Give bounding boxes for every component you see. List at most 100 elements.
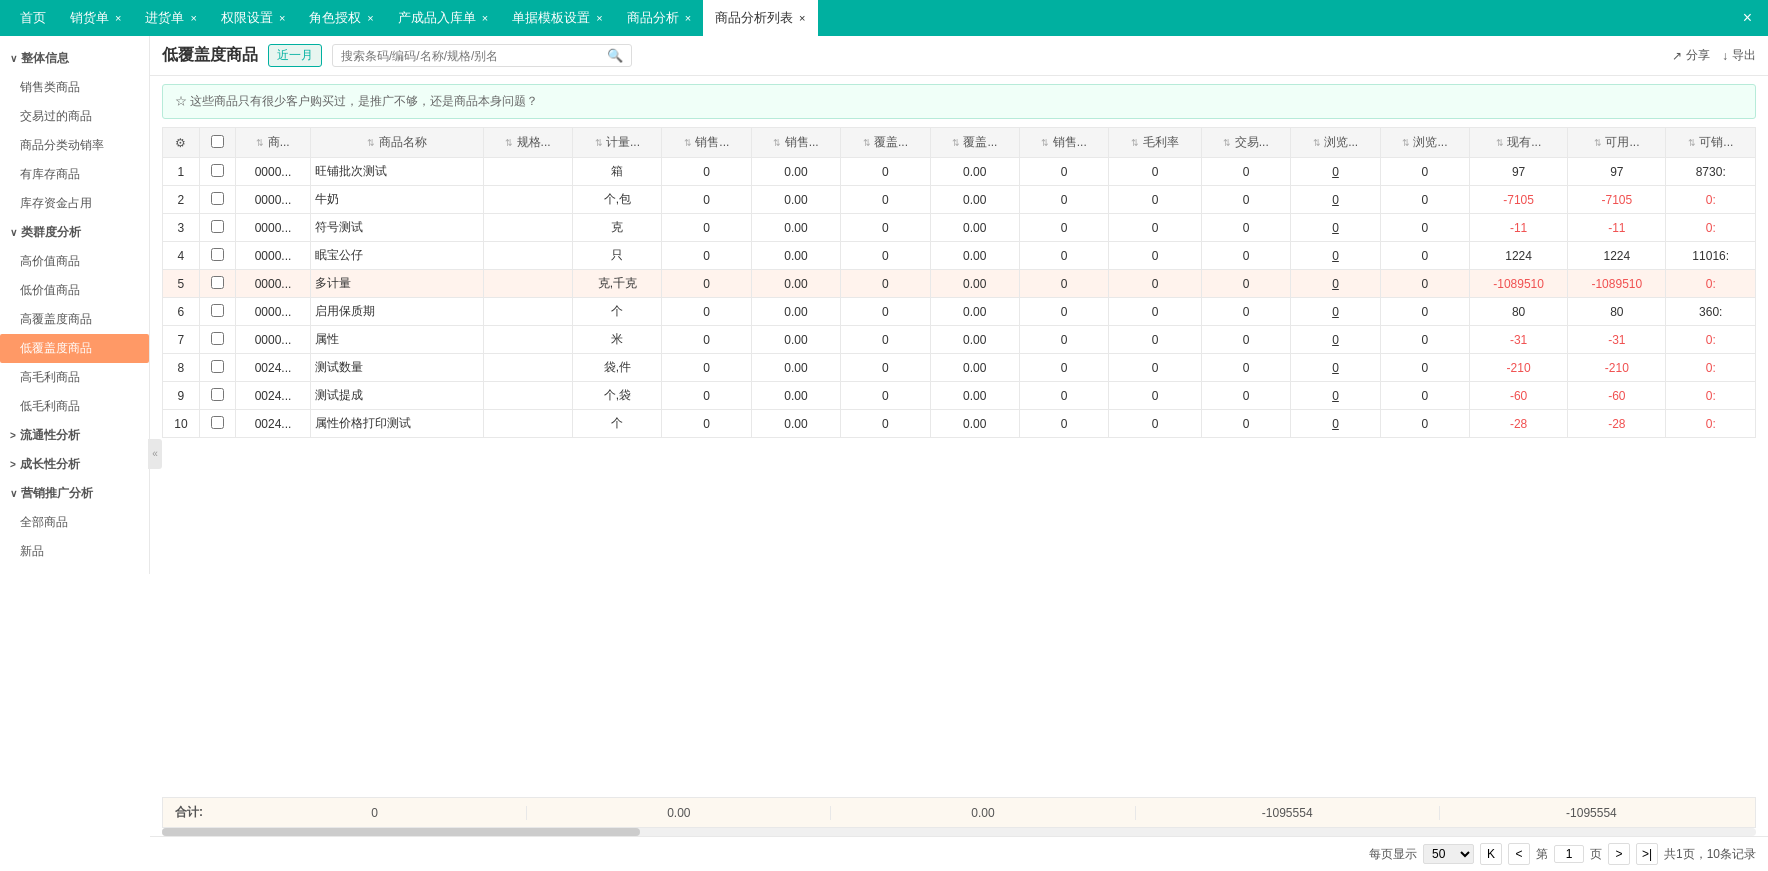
row-check[interactable] [199, 410, 235, 438]
page-number-input[interactable] [1554, 845, 1584, 863]
browse-link[interactable]: 0 [1332, 221, 1339, 235]
nav-item-首页[interactable]: 首页 [8, 0, 58, 36]
row-browse1[interactable]: 0 [1291, 186, 1380, 214]
share-button[interactable]: ↗ 分享 [1672, 47, 1710, 64]
next-page-button[interactable]: > [1608, 843, 1630, 865]
sidebar-item-有库存商品[interactable]: 有库存商品 [0, 160, 149, 189]
row-check[interactable] [199, 382, 235, 410]
nav-close-商品分析[interactable]: × [685, 0, 691, 36]
row-browse1[interactable]: 0 [1291, 354, 1380, 382]
nav-item-进货单[interactable]: 进货单× [133, 0, 208, 36]
row-check[interactable] [199, 158, 235, 186]
row-check[interactable] [199, 298, 235, 326]
row-checkbox[interactable] [211, 416, 224, 429]
row-browse1[interactable]: 0 [1291, 298, 1380, 326]
select-all-checkbox[interactable] [211, 135, 224, 148]
nav-item-角色授权[interactable]: 角色授权× [297, 0, 385, 36]
row-check[interactable] [199, 242, 235, 270]
nav-close-权限设置[interactable]: × [279, 0, 285, 36]
browse-link[interactable]: 0 [1332, 165, 1339, 179]
sidebar-section-流通性分析[interactable]: > 流通性分析 [0, 421, 149, 450]
sidebar-item-低毛利商品[interactable]: 低毛利商品 [0, 392, 149, 421]
sidebar-section-成长性分析[interactable]: > 成长性分析 [0, 450, 149, 479]
browse-link[interactable]: 0 [1332, 305, 1339, 319]
scrollbar-thumb[interactable] [162, 828, 640, 836]
row-browse1[interactable]: 0 [1291, 270, 1380, 298]
sidebar-section-整体信息[interactable]: ∨ 整体信息 [0, 44, 149, 73]
nav-item-销货单[interactable]: 销货单× [58, 0, 133, 36]
col-header-12[interactable]: ⇅ 交易... [1201, 128, 1290, 158]
row-checkbox[interactable] [211, 276, 224, 289]
col-header-1[interactable] [199, 128, 235, 158]
nav-item-产成品入库单[interactable]: 产成品入库单× [386, 0, 500, 36]
row-check[interactable] [199, 326, 235, 354]
col-header-16[interactable]: ⇅ 可用... [1568, 128, 1666, 158]
row-browse1[interactable]: 0 [1291, 214, 1380, 242]
browse-link[interactable]: 0 [1332, 193, 1339, 207]
col-header-3[interactable]: ⇅ 商品名称 [311, 128, 484, 158]
nav-close-角色授权[interactable]: × [367, 0, 373, 36]
col-header-2[interactable]: ⇅ 商... [235, 128, 310, 158]
nav-item-商品分析[interactable]: 商品分析× [615, 0, 703, 36]
col-header-17[interactable]: ⇅ 可销... [1666, 128, 1756, 158]
sidebar-item-高覆盖度商品[interactable]: 高覆盖度商品 [0, 305, 149, 334]
col-header-4[interactable]: ⇅ 规格... [483, 128, 572, 158]
browse-link[interactable]: 0 [1332, 249, 1339, 263]
col-header-14[interactable]: ⇅ 浏览... [1380, 128, 1469, 158]
col-header-6[interactable]: ⇅ 销售... [662, 128, 751, 158]
first-page-button[interactable]: K [1480, 843, 1502, 865]
col-header-5[interactable]: ⇅ 计量... [573, 128, 662, 158]
sidebar-item-高毛利商品[interactable]: 高毛利商品 [0, 363, 149, 392]
row-checkbox[interactable] [211, 388, 224, 401]
nav-item-权限设置[interactable]: 权限设置× [209, 0, 297, 36]
nav-close-销货单[interactable]: × [115, 0, 121, 36]
sidebar-item-交易过的商品[interactable]: 交易过的商品 [0, 102, 149, 131]
sidebar-section-类群度分析[interactable]: ∨ 类群度分析 [0, 218, 149, 247]
nav-close-商品分析列表[interactable]: × [799, 0, 805, 36]
browse-link[interactable]: 0 [1332, 361, 1339, 375]
col-header-9[interactable]: ⇅ 覆盖... [930, 128, 1019, 158]
col-header-15[interactable]: ⇅ 现有... [1470, 128, 1568, 158]
nav-close-单据模板设置[interactable]: × [596, 0, 602, 36]
sidebar-item-销售类商品[interactable]: 销售类商品 [0, 73, 149, 102]
sidebar-item-高价值商品[interactable]: 高价值商品 [0, 247, 149, 276]
search-input[interactable] [341, 49, 607, 63]
row-browse1[interactable]: 0 [1291, 382, 1380, 410]
sidebar-item-新品[interactable]: 新品 [0, 537, 149, 566]
row-checkbox[interactable] [211, 192, 224, 205]
sidebar-item-商品分类动销率[interactable]: 商品分类动销率 [0, 131, 149, 160]
row-check[interactable] [199, 354, 235, 382]
row-browse1[interactable]: 0 [1291, 326, 1380, 354]
settings-icon[interactable]: ⚙ [175, 136, 186, 150]
row-browse1[interactable]: 0 [1291, 242, 1380, 270]
sidebar-collapse-button[interactable]: « [148, 439, 162, 469]
nav-close-产成品入库单[interactable]: × [482, 0, 488, 36]
row-check[interactable] [199, 270, 235, 298]
row-browse1[interactable]: 0 [1291, 410, 1380, 438]
export-button[interactable]: ↓ 导出 [1722, 47, 1756, 64]
browse-link[interactable]: 0 [1332, 333, 1339, 347]
row-check[interactable] [199, 186, 235, 214]
col-header-0[interactable]: ⚙ [163, 128, 200, 158]
nav-item-商品分析列表[interactable]: 商品分析列表× [703, 0, 817, 36]
browse-link[interactable]: 0 [1332, 277, 1339, 291]
nav-item-单据模板设置[interactable]: 单据模板设置× [500, 0, 614, 36]
horizontal-scrollbar[interactable] [162, 828, 1756, 836]
browse-link[interactable]: 0 [1332, 417, 1339, 431]
row-checkbox[interactable] [211, 164, 224, 177]
col-header-8[interactable]: ⇅ 覆盖... [841, 128, 930, 158]
sidebar-item-低价值商品[interactable]: 低价值商品 [0, 276, 149, 305]
col-header-7[interactable]: ⇅ 销售... [751, 128, 840, 158]
col-header-11[interactable]: ⇅ 毛利率 [1109, 128, 1202, 158]
sidebar-section-营销推广分析[interactable]: ∨ 营销推广分析 [0, 479, 149, 508]
filter-recent-button[interactable]: 近一月 [268, 44, 322, 67]
row-checkbox[interactable] [211, 220, 224, 233]
per-page-select[interactable]: 2050100 [1423, 844, 1474, 864]
last-page-button[interactable]: >| [1636, 843, 1658, 865]
browse-link[interactable]: 0 [1332, 389, 1339, 403]
row-checkbox[interactable] [211, 360, 224, 373]
row-check[interactable] [199, 214, 235, 242]
row-checkbox[interactable] [211, 304, 224, 317]
row-browse1[interactable]: 0 [1291, 158, 1380, 186]
col-header-10[interactable]: ⇅ 销售... [1019, 128, 1108, 158]
